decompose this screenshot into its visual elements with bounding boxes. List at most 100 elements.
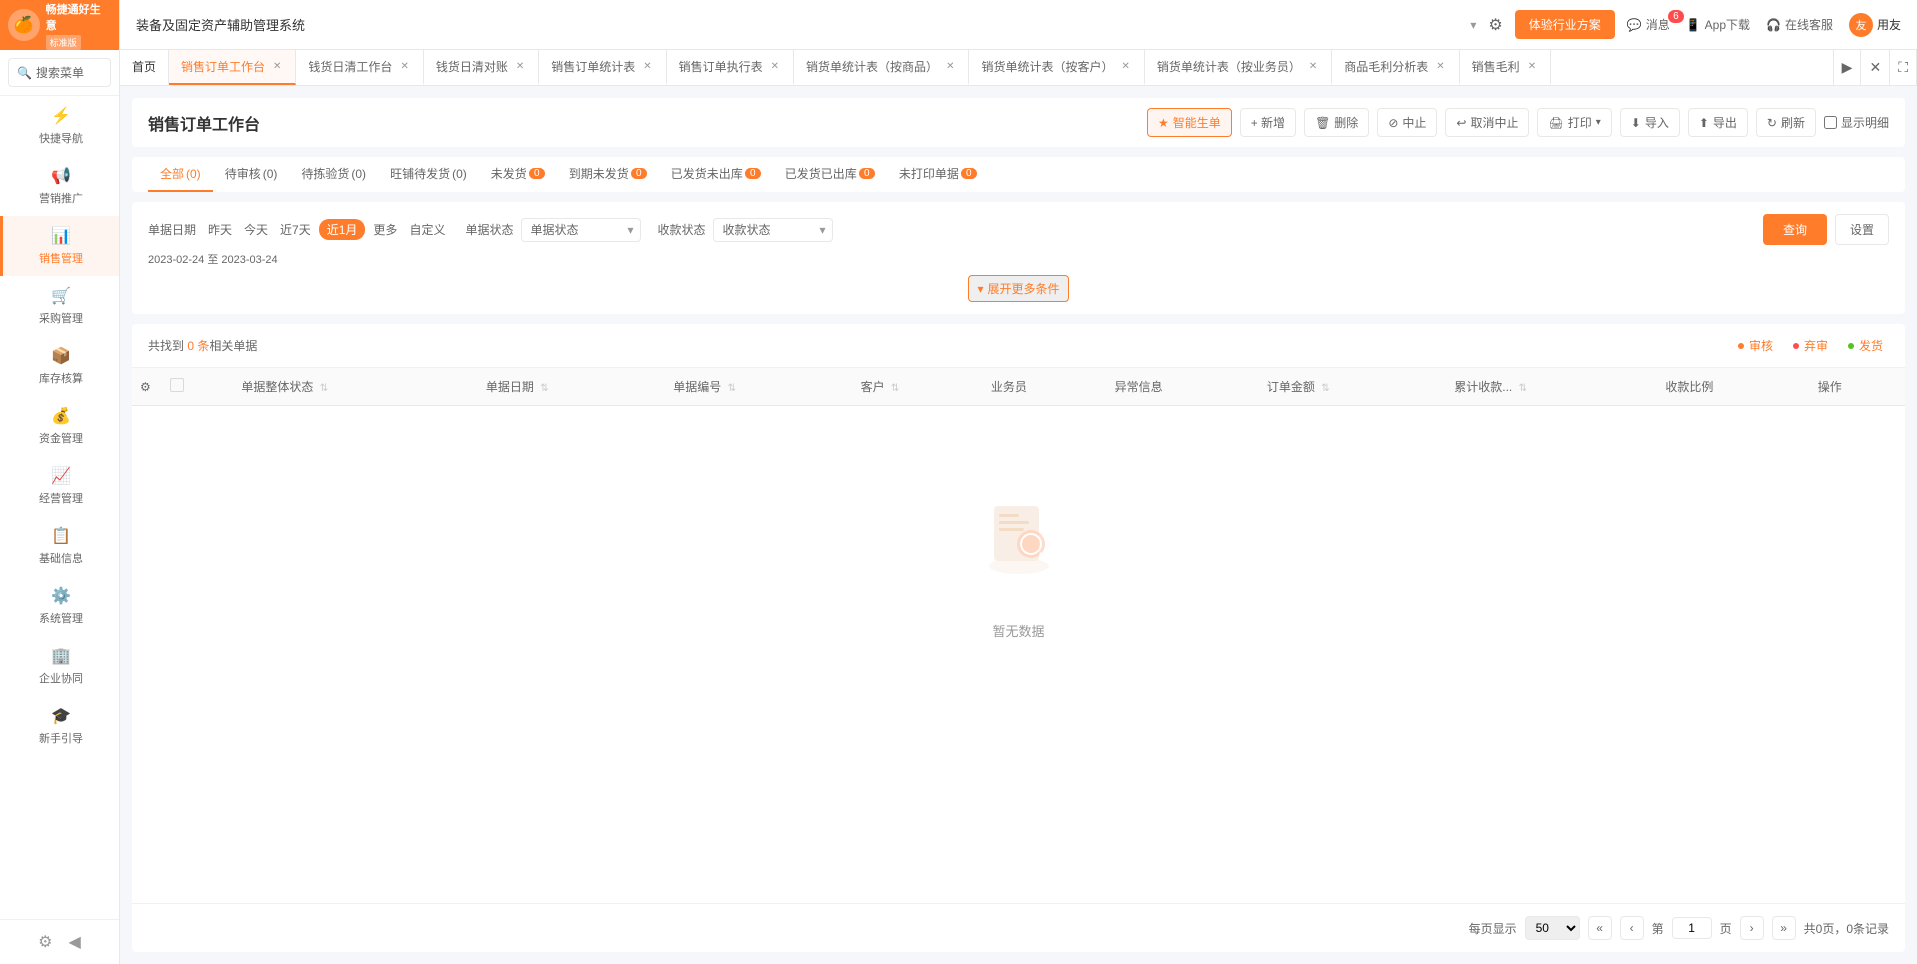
stop-icon: ⊘ xyxy=(1388,116,1398,130)
filter-tab-pending-review[interactable]: 待审核 (0) xyxy=(213,157,290,192)
tab-sales-profit[interactable]: 销售毛利 ✕ xyxy=(1460,50,1551,85)
online-service-item[interactable]: 🎧 在线客服 xyxy=(1766,16,1833,33)
filter-tab-pending-verify[interactable]: 待拣验货 (0) xyxy=(289,157,378,192)
tab-sales-workbench[interactable]: 销售订单工作台 ✕ xyxy=(169,50,296,85)
logo-title: 畅捷通好生意 xyxy=(46,1,111,33)
settings-button[interactable]: 设置 xyxy=(1835,214,1889,245)
tab-close-icon[interactable]: ✕ xyxy=(1307,59,1319,74)
tab-close-icon[interactable]: ✕ xyxy=(1434,59,1446,74)
page-header: 销售订单工作台 ★ 智能生单 + 新增 🗑 删除 ⊘ 中止 ↩ xyxy=(132,98,1905,147)
tabs-maximize[interactable]: ⛶ xyxy=(1890,50,1917,85)
filter-tab-shipped-not-out[interactable]: 已发货未出库 0 xyxy=(659,157,773,192)
tab-close-icon[interactable]: ✕ xyxy=(944,59,956,74)
delete-button[interactable]: 🗑 删除 xyxy=(1304,108,1369,137)
stop-button[interactable]: ⊘ 中止 xyxy=(1377,108,1437,137)
revoke-action[interactable]: 弃审 xyxy=(1787,334,1834,357)
filter-tab-label: 到期未发货 xyxy=(569,165,629,182)
tab-sales-execute[interactable]: 销售订单执行表 ✕ xyxy=(667,50,794,85)
sort-icon[interactable]: ⇅ xyxy=(1321,383,1329,394)
th-staff-label: 业务员 xyxy=(991,380,1027,394)
last-page-button[interactable]: » xyxy=(1772,916,1796,940)
query-button[interactable]: 查询 xyxy=(1763,214,1827,245)
filter-tab-not-printed[interactable]: 未打印单据 0 xyxy=(887,157,989,192)
sidebar-settings-button[interactable]: ⚙ xyxy=(34,928,56,956)
cancel-stop-button[interactable]: ↩ 取消中止 xyxy=(1445,108,1529,137)
column-settings-icon[interactable]: ⚙ xyxy=(140,380,151,394)
sort-icon[interactable]: ⇅ xyxy=(891,383,899,394)
select-all-checkbox[interactable] xyxy=(170,378,184,392)
sidebar-item-sales[interactable]: 📊 销售管理 xyxy=(0,216,119,276)
page-input[interactable] xyxy=(1672,917,1712,939)
date-today[interactable]: 今天 xyxy=(240,219,272,240)
system-title-arrow: ▾ xyxy=(1470,18,1476,32)
add-button[interactable]: + 新增 xyxy=(1240,108,1296,137)
import-button[interactable]: ⬇ 导入 xyxy=(1620,108,1680,137)
filter-tab-not-shipped[interactable]: 未发货 0 xyxy=(479,157,557,192)
tab-sales-summary-product[interactable]: 销货单统计表（按商品） ✕ xyxy=(794,50,969,85)
search-menu-button[interactable]: 🔍 搜索菜单 xyxy=(8,58,111,87)
smart-generate-button[interactable]: ★ 智能生单 xyxy=(1147,108,1232,137)
sort-icon[interactable]: ⇅ xyxy=(540,383,548,394)
tabs-scroll-right[interactable]: ▶ xyxy=(1834,50,1862,85)
print-button[interactable]: 🖨 打印 ▾ xyxy=(1537,108,1611,137)
date-more[interactable]: 更多 xyxy=(369,219,401,240)
next-page-button[interactable]: › xyxy=(1740,916,1764,940)
payment-select[interactable]: 收款状态 xyxy=(713,218,833,242)
sidebar-item-marketing[interactable]: 📢 营销推广 xyxy=(0,156,119,216)
page-size-select[interactable]: 50 10 20 100 xyxy=(1525,916,1580,940)
date-custom[interactable]: 自定义 xyxy=(405,219,449,240)
sort-icon[interactable]: ⇅ xyxy=(1519,383,1527,394)
tab-sales-stats[interactable]: 销售订单统计表 ✕ xyxy=(539,50,666,85)
tab-cash-daily[interactable]: 钱货日清工作台 ✕ xyxy=(296,50,423,85)
message-item[interactable]: 💬 6 消息 xyxy=(1627,16,1670,33)
tab-close-icon[interactable]: ✕ xyxy=(1526,59,1538,74)
app-download-item[interactable]: 📱 App下载 xyxy=(1686,16,1750,33)
tab-sales-summary-customer[interactable]: 销货单统计表（按客户） ✕ xyxy=(969,50,1144,85)
sidebar-collapse-button[interactable]: ◀ xyxy=(65,928,85,956)
show-detail-label[interactable]: 显示明细 xyxy=(1824,114,1889,131)
sidebar-item-enterprise[interactable]: 🏢 企业协同 xyxy=(0,636,119,696)
tab-close-icon[interactable]: ✕ xyxy=(514,59,526,74)
tab-margin-analysis[interactable]: 商品毛利分析表 ✕ xyxy=(1332,50,1459,85)
th-settings: ⚙ xyxy=(132,368,162,406)
date-yesterday[interactable]: 昨天 xyxy=(204,219,236,240)
tab-close-icon[interactable]: ✕ xyxy=(271,59,283,74)
sidebar-item-finance[interactable]: 💰 资金管理 xyxy=(0,396,119,456)
refresh-button[interactable]: ↻ 刷新 xyxy=(1756,108,1816,137)
status-select-wrapper: 单据状态 xyxy=(521,218,641,242)
sidebar-item-inventory[interactable]: 📦 库存核算 xyxy=(0,336,119,396)
prev-page-button[interactable]: ‹ xyxy=(1620,916,1644,940)
tabs-close-all[interactable]: ✕ xyxy=(1861,50,1890,85)
filter-tab-shipped-out[interactable]: 已发货已出库 0 xyxy=(773,157,887,192)
ship-action[interactable]: 发货 xyxy=(1842,334,1889,357)
date-7days[interactable]: 近7天 xyxy=(276,219,315,240)
tab-cash-reconcile[interactable]: 钱货日清对账 ✕ xyxy=(424,50,539,85)
tab-close-icon[interactable]: ✕ xyxy=(769,59,781,74)
review-action[interactable]: 审核 xyxy=(1732,334,1779,357)
expand-button[interactable]: ▾ 展开更多条件 xyxy=(968,275,1068,302)
first-page-button[interactable]: « xyxy=(1588,916,1612,940)
industry-solution-button[interactable]: 体验行业方案 xyxy=(1515,10,1615,39)
sort-icon[interactable]: ⇅ xyxy=(320,383,328,394)
show-detail-checkbox[interactable] xyxy=(1824,116,1837,129)
filter-tab-all[interactable]: 全部 (0) xyxy=(148,157,213,192)
sidebar-item-operations[interactable]: 📈 经营管理 xyxy=(0,456,119,516)
tab-close-icon[interactable]: ✕ xyxy=(398,59,410,74)
filter-tab-overdue[interactable]: 到期未发货 0 xyxy=(557,157,659,192)
sidebar-item-system[interactable]: ⚙️ 系统管理 xyxy=(0,576,119,636)
sidebar-item-basic[interactable]: 📋 基础信息 xyxy=(0,516,119,576)
sidebar-item-guide[interactable]: 🎓 新手引导 xyxy=(0,696,119,756)
sidebar-item-purchase[interactable]: 🛒 采购管理 xyxy=(0,276,119,336)
tab-home[interactable]: 首页 xyxy=(120,50,169,85)
tab-close-icon[interactable]: ✕ xyxy=(641,59,653,74)
filter-tab-wangpu-ship[interactable]: 旺铺待发货 (0) xyxy=(378,157,479,192)
export-button[interactable]: ⬆ 导出 xyxy=(1688,108,1748,137)
settings-icon[interactable]: ⚙ xyxy=(1488,15,1502,35)
tab-sales-summary-staff[interactable]: 销货单统计表（按业务员） ✕ xyxy=(1145,50,1332,85)
date-1month[interactable]: 近1月 xyxy=(319,219,366,240)
status-select[interactable]: 单据状态 xyxy=(521,218,641,242)
tab-close-icon[interactable]: ✕ xyxy=(1119,59,1131,74)
user-menu[interactable]: 友 用友 xyxy=(1849,13,1901,37)
sort-icon[interactable]: ⇅ xyxy=(728,383,736,394)
sidebar-item-quick-nav[interactable]: ⚡ 快捷导航 xyxy=(0,96,119,156)
